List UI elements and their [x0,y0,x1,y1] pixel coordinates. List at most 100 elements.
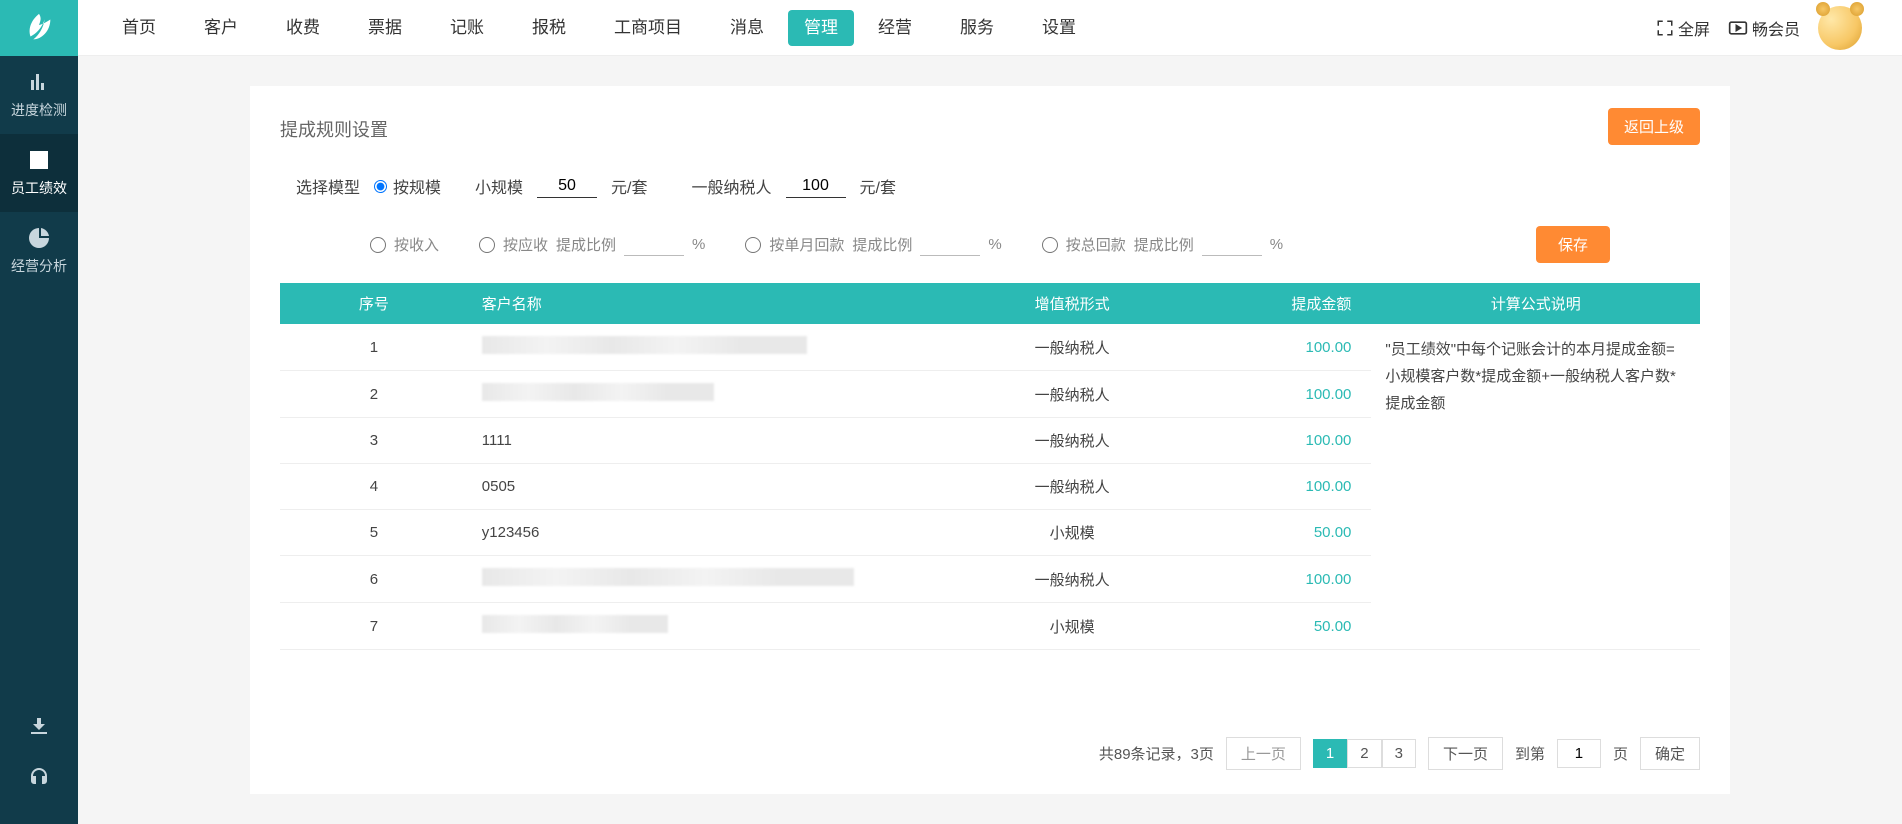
nav-tab-管理[interactable]: 管理 [788,10,854,46]
sidebar-item-analysis[interactable]: 经营分析 [0,212,78,290]
nav-tab-工商项目[interactable]: 工商项目 [590,0,706,56]
sidebar-download[interactable] [0,700,78,752]
nav-tab-设置[interactable]: 设置 [1018,0,1100,56]
radio-by-monthly-payment[interactable] [745,237,761,253]
cell-tax-type: 小规模 [961,510,1184,556]
nav-tab-收费[interactable]: 收费 [262,0,344,56]
cell-amount: 100.00 [1184,556,1372,603]
fullscreen-icon [1656,19,1674,37]
sidebar-label-1: 员工绩效 [11,178,67,198]
model-label: 选择模型 [296,174,360,198]
ratio-input-3[interactable] [920,234,980,256]
nav-tab-消息[interactable]: 消息 [706,0,788,56]
radio-by-receivable-label: 按应收 [503,234,548,255]
radio-by-scale[interactable] [374,180,387,193]
sidebar-item-progress[interactable]: 进度检测 [0,56,78,134]
cell-seq: 4 [280,464,468,510]
nav-tab-服务[interactable]: 服务 [936,0,1018,56]
leaf-icon [22,11,56,45]
cell-customer [468,371,961,418]
ratio-label-4: 提成比例 [1134,234,1194,255]
fullscreen-label: 全屏 [1678,16,1710,40]
general-taxpayer-input[interactable] [786,175,846,198]
sidebar-label-2: 经营分析 [11,256,67,276]
nav-tab-报税[interactable]: 报税 [508,0,590,56]
unit-1: 元/套 [611,174,647,198]
small-scale-label: 小规模 [475,174,523,198]
app-logo[interactable] [0,0,78,56]
cell-tax-type: 一般纳税人 [961,556,1184,603]
th-tax-type: 增值税形式 [961,283,1184,324]
cell-customer [468,556,961,603]
sidebar-support[interactable] [0,752,78,804]
play-icon [1728,18,1748,38]
cell-seq: 6 [280,556,468,603]
th-seq: 序号 [280,283,468,324]
cell-tax-type: 一般纳税人 [961,371,1184,418]
commission-table: 序号 客户名称 增值税形式 提成金额 计算公式说明 1一般纳税人100.00"员… [280,283,1700,650]
cell-tax-type: 一般纳税人 [961,324,1184,371]
radio-by-receivable[interactable] [479,237,495,253]
cell-amount: 50.00 [1184,603,1372,650]
card-title: 提成规则设置 [280,116,1700,142]
cell-amount: 100.00 [1184,324,1372,371]
member-label: 畅会员 [1752,16,1800,40]
cell-seq: 7 [280,603,468,650]
trend-icon [27,148,51,172]
pager-page-3[interactable]: 3 [1382,739,1416,768]
nav-tab-首页[interactable]: 首页 [98,0,180,56]
back-button[interactable]: 返回上级 [1608,108,1700,145]
nav-tab-经营[interactable]: 经营 [854,0,936,56]
main-content: 提成规则设置 返回上级 选择模型 按规模 小规模 元/套 一般纳税人 元/套 按… [78,0,1902,824]
sidebar-item-performance[interactable]: 员工绩效 [0,134,78,212]
cell-amount: 100.00 [1184,464,1372,510]
radio-by-revenue-label: 按收入 [394,234,439,255]
small-scale-input[interactable] [537,175,597,198]
headset-icon [27,766,51,790]
ratio-input-4[interactable] [1202,234,1262,256]
formula-explanation: "员工绩效"中每个记账会计的本月提成金额=小规模客户数*提成金额+一般纳税人客户… [1371,324,1700,650]
cell-amount: 100.00 [1184,371,1372,418]
ratio-label-3: 提成比例 [852,234,912,255]
nav-tab-票据[interactable]: 票据 [344,0,426,56]
cell-seq: 1 [280,324,468,371]
radio-by-total-payment[interactable] [1042,237,1058,253]
ratio-input-2[interactable] [624,234,684,256]
unit-2: 元/套 [860,174,896,198]
pager-page-2[interactable]: 2 [1347,739,1381,768]
mascot-avatar[interactable] [1818,6,1862,50]
pct-2: % [692,236,705,253]
cell-seq: 2 [280,371,468,418]
pager-next[interactable]: 下一页 [1428,737,1503,770]
cell-seq: 3 [280,418,468,464]
save-button[interactable]: 保存 [1536,226,1610,263]
cell-tax-type: 一般纳税人 [961,464,1184,510]
cell-amount: 100.00 [1184,418,1372,464]
radio-by-monthly-payment-label: 按单月回款 [769,234,844,255]
member-button[interactable]: 畅会员 [1728,16,1800,40]
goto-prefix: 到第 [1515,743,1545,764]
settings-card: 提成规则设置 返回上级 选择模型 按规模 小规模 元/套 一般纳税人 元/套 按… [250,86,1730,794]
cell-amount: 50.00 [1184,510,1372,556]
radio-by-revenue[interactable] [370,237,386,253]
pct-4: % [1270,236,1283,253]
table-row: 1一般纳税人100.00"员工绩效"中每个记账会计的本月提成金额=小规模客户数*… [280,324,1700,371]
pie-chart-icon [27,226,51,250]
fullscreen-button[interactable]: 全屏 [1656,16,1710,40]
radio-by-scale-label: 按规模 [393,174,441,198]
sidebar: 进度检测 员工绩效 经营分析 [0,0,78,824]
nav-tab-记账[interactable]: 记账 [426,0,508,56]
general-taxpayer-label: 一般纳税人 [692,174,772,198]
ratio-row: 按收入 按应收 提成比例 % 按单月回款 提成比例 % [280,210,1700,279]
goto-suffix: 页 [1613,743,1628,764]
nav-tab-客户[interactable]: 客户 [180,0,262,56]
pager-page-1[interactable]: 1 [1313,739,1347,768]
model-option-scale[interactable]: 按规模 [374,174,441,198]
cell-customer [468,324,961,371]
cell-tax-type: 小规模 [961,603,1184,650]
cell-customer: 1111 [468,418,961,464]
pager-prev[interactable]: 上一页 [1226,737,1301,770]
goto-input[interactable] [1557,739,1601,768]
radio-by-total-payment-label: 按总回款 [1066,234,1126,255]
pager-confirm[interactable]: 确定 [1640,737,1700,770]
